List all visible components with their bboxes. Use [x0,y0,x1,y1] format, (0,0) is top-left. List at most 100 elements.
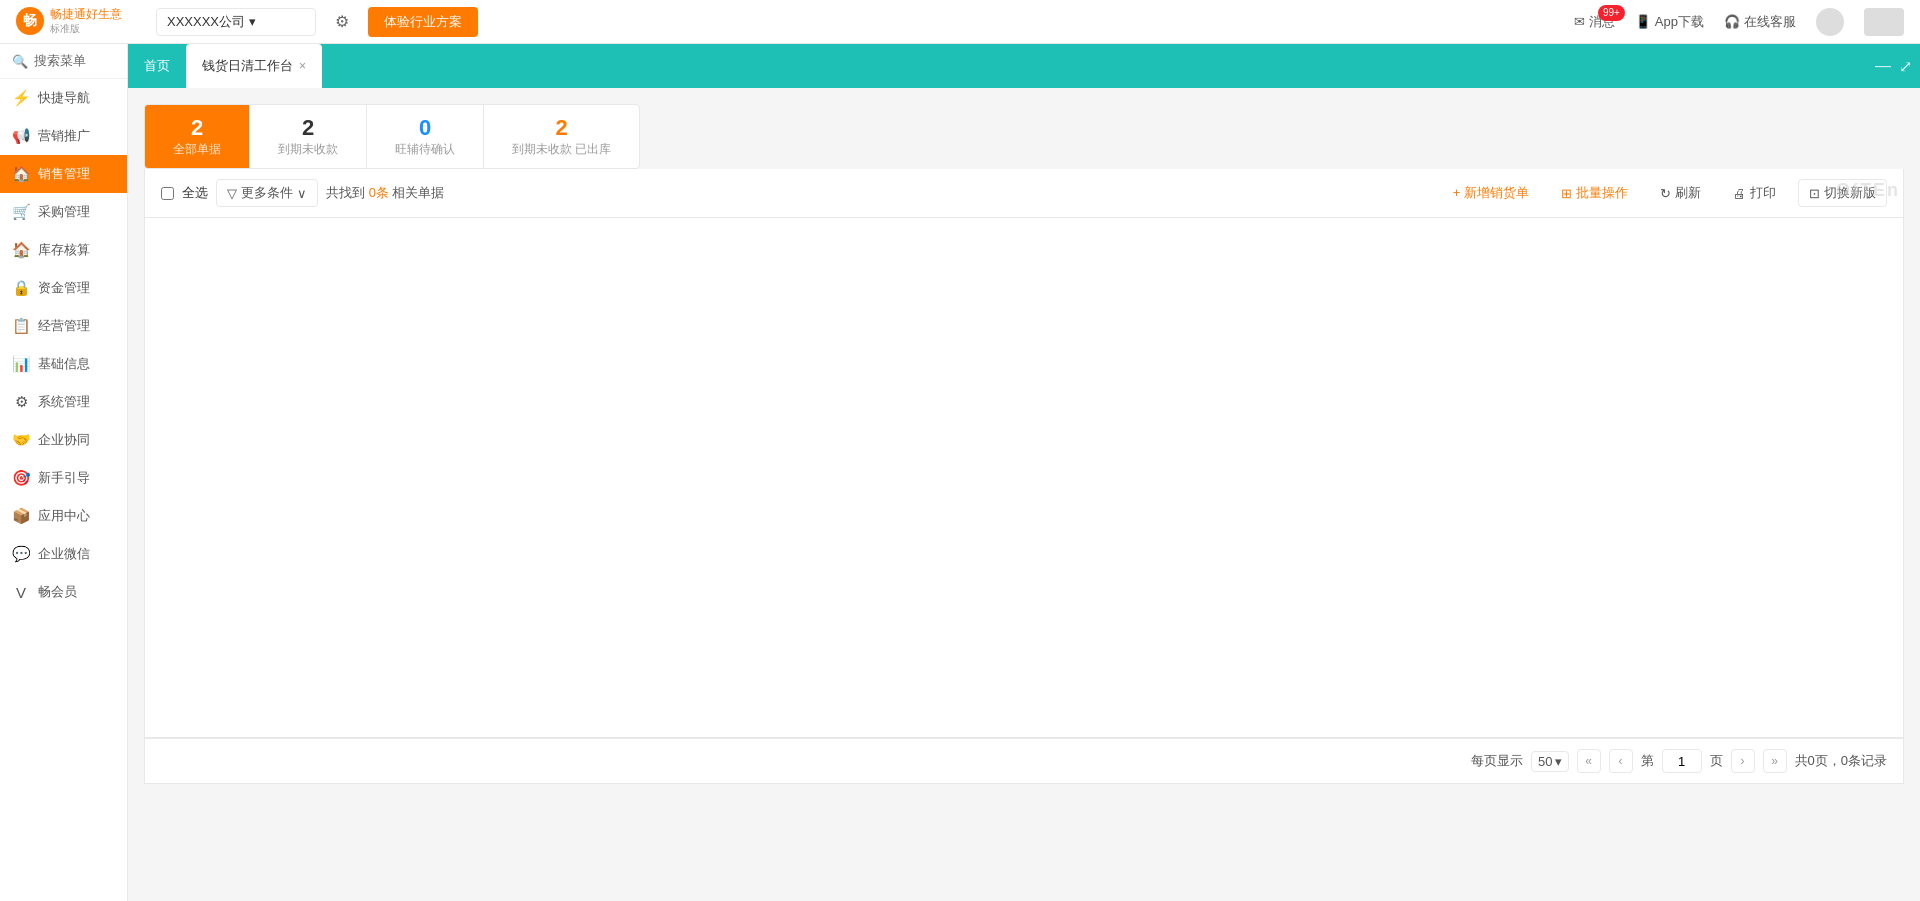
tab-close-icon[interactable]: × [299,59,306,73]
tab-active[interactable]: 钱货日清工作台 × [186,44,322,88]
add-order-button[interactable]: + 新增销货单 [1443,180,1539,206]
stat-label-overdue: 到期未收款 [278,141,338,158]
online-service-icon: 🎧 [1724,14,1740,29]
pagination: 每页显示 50 ▾ « ‹ 第 页 › » 共0页，0条记录 [144,738,1904,784]
filter-dropdown-icon: ∨ [297,186,307,201]
last-page-btn[interactable]: » [1763,749,1787,773]
wechat-icon: 💬 [12,545,30,563]
stat-label-wangwang: 旺辅待确认 [395,141,455,158]
search-icon: 🔍 [12,54,28,69]
sidebar-label-purchase: 采购管理 [38,203,90,221]
top-bar: 畅 畅捷通好生意 标准版 XXXXXX公司 ▾ ⚙ 体验行业方案 ✉ 消息 99… [0,0,1920,44]
sidebar-label-cooperation: 企业协同 [38,431,90,449]
sidebar-item-inventory[interactable]: 🏠 库存核算 [0,231,127,269]
logo-icon: 畅 [16,7,44,35]
logo-sub: 标准版 [50,22,122,36]
tab-home[interactable]: 首页 [128,44,186,88]
stat-tab-wangwang[interactable]: 0 旺辅待确认 [367,105,484,168]
sidebar-item-system[interactable]: ⚙ 系统管理 [0,383,127,421]
refresh-label: 刷新 [1675,184,1701,202]
sidebar-item-marketing[interactable]: 📢 营销推广 [0,117,127,155]
stat-num-all: 2 [173,115,221,141]
settings-icon[interactable]: ⚙ [328,8,356,36]
batch-operation-button[interactable]: ⊞ 批量操作 [1551,180,1638,206]
online-service-item[interactable]: 🎧 在线客服 [1724,13,1796,31]
stat-tab-overdue-shipped[interactable]: 2 到期未收款 已出库 [484,105,639,168]
sidebar-item-member[interactable]: V 畅会员 [0,573,127,611]
sidebar-label-member: 畅会员 [38,583,77,601]
stat-num-wangwang: 0 [395,115,455,141]
sidebar-label-marketing: 营销推广 [38,127,90,145]
stats-tabs: 2 全部单据 2 到期未收款 0 旺辅待确认 2 到期未收款 已出库 [144,104,640,169]
top-bar-left: 畅 畅捷通好生意 标准版 XXXXXX公司 ▾ ⚙ 体验行业方案 [16,7,478,37]
top-bar-right: ✉ 消息 99+ 📱 App下载 🎧 在线客服 [1574,8,1904,36]
sidebar-item-sales[interactable]: 🏠 销售管理 [0,155,127,193]
company-select[interactable]: XXXXXX公司 ▾ [156,8,316,36]
sidebar-item-capital[interactable]: 🔒 资金管理 [0,269,127,307]
operation-icon: 📋 [12,317,30,335]
inventory-icon: 🏠 [12,241,30,259]
logo-text: 畅捷通好生意 [50,7,122,21]
message-icon: ✉ [1574,14,1585,29]
print-button[interactable]: 🖨 打印 [1723,180,1786,206]
sidebar-label-system: 系统管理 [38,393,90,411]
prev-page-btn[interactable]: ‹ [1609,749,1633,773]
trial-button[interactable]: 体验行业方案 [368,7,478,37]
sidebar-item-operation[interactable]: 📋 经营管理 [0,307,127,345]
tab-maximize-btn[interactable]: ⤢ [1899,57,1912,76]
sidebar-label-basic: 基础信息 [38,355,90,373]
filter-button[interactable]: ▽ 更多条件 ∨ [216,179,318,207]
tab-active-label: 钱货日清工作台 [202,57,293,75]
next-page-btn[interactable]: › [1731,749,1755,773]
refresh-icon: ↻ [1660,186,1671,201]
select-all-checkbox[interactable] [161,187,174,200]
page-size-value: 50 [1538,754,1552,769]
print-icon: 🖨 [1733,186,1746,201]
app-download-icon: 📱 [1635,14,1651,29]
stat-label-overdue-shipped: 到期未收款 已出库 [512,141,611,158]
sidebar-item-cooperation[interactable]: 🤝 企业协同 [0,421,127,459]
sidebar-label-capital: 资金管理 [38,279,90,297]
page-input[interactable] [1662,749,1702,773]
batch-icon: ⊞ [1561,186,1572,201]
sidebar-search[interactable]: 🔍 搜索菜单 [0,44,127,79]
tab-restore-btn[interactable]: — [1875,57,1891,75]
sales-icon: 🏠 [12,165,30,183]
avatar[interactable] [1816,8,1844,36]
sidebar-label-operation: 经营管理 [38,317,90,335]
content-area [144,218,1904,738]
switch-icon: ⊡ [1809,186,1820,201]
member-icon: V [12,583,30,601]
app-download-label: App下载 [1655,13,1704,31]
sidebar-item-guide[interactable]: 🎯 新手引导 [0,459,127,497]
sidebar-item-basic[interactable]: 📊 基础信息 [0,345,127,383]
first-page-btn[interactable]: « [1577,749,1601,773]
message-item[interactable]: ✉ 消息 99+ [1574,13,1615,31]
nav-tabs: 首页 钱货日清工作台 × — ⤢ [128,44,1920,88]
nav-tabs-right: — ⤢ [1875,57,1920,76]
marketing-icon: 📢 [12,127,30,145]
app-download-item[interactable]: 📱 App下载 [1635,13,1704,31]
sidebar-item-wechat[interactable]: 💬 企业微信 [0,535,127,573]
sidebar-item-apps[interactable]: 📦 应用中心 [0,497,127,535]
page-size-label: 每页显示 [1471,752,1523,770]
switch-version-button[interactable]: ⊡ 切换新版 [1798,179,1887,207]
stat-tab-all[interactable]: 2 全部单据 [145,105,250,168]
refresh-button[interactable]: ↻ 刷新 [1650,180,1711,206]
found-count: 0条 [369,185,389,200]
page-suffix: 页 [1710,752,1723,770]
sidebar-item-purchase[interactable]: 🛒 采购管理 [0,193,127,231]
stat-num-overdue-shipped: 2 [512,115,611,141]
stat-tab-overdue[interactable]: 2 到期未收款 [250,105,367,168]
sidebar: 🔍 搜索菜单 ⚡ 快捷导航 📢 营销推广 🏠 销售管理 🛒 采购管理 🏠 库存核… [0,0,128,901]
apps-icon: 📦 [12,507,30,525]
sidebar-item-quick-nav[interactable]: ⚡ 快捷导航 [0,79,127,117]
user-info[interactable] [1864,8,1904,36]
purchase-icon: 🛒 [12,203,30,221]
sidebar-label-inventory: 库存核算 [38,241,90,259]
select-all-label: 全选 [182,184,208,202]
company-name: XXXXXX公司 [167,13,245,31]
sidebar-label-quick-nav: 快捷导航 [38,89,90,107]
filter-label: 更多条件 [241,184,293,202]
page-size-select[interactable]: 50 ▾ [1531,751,1568,772]
